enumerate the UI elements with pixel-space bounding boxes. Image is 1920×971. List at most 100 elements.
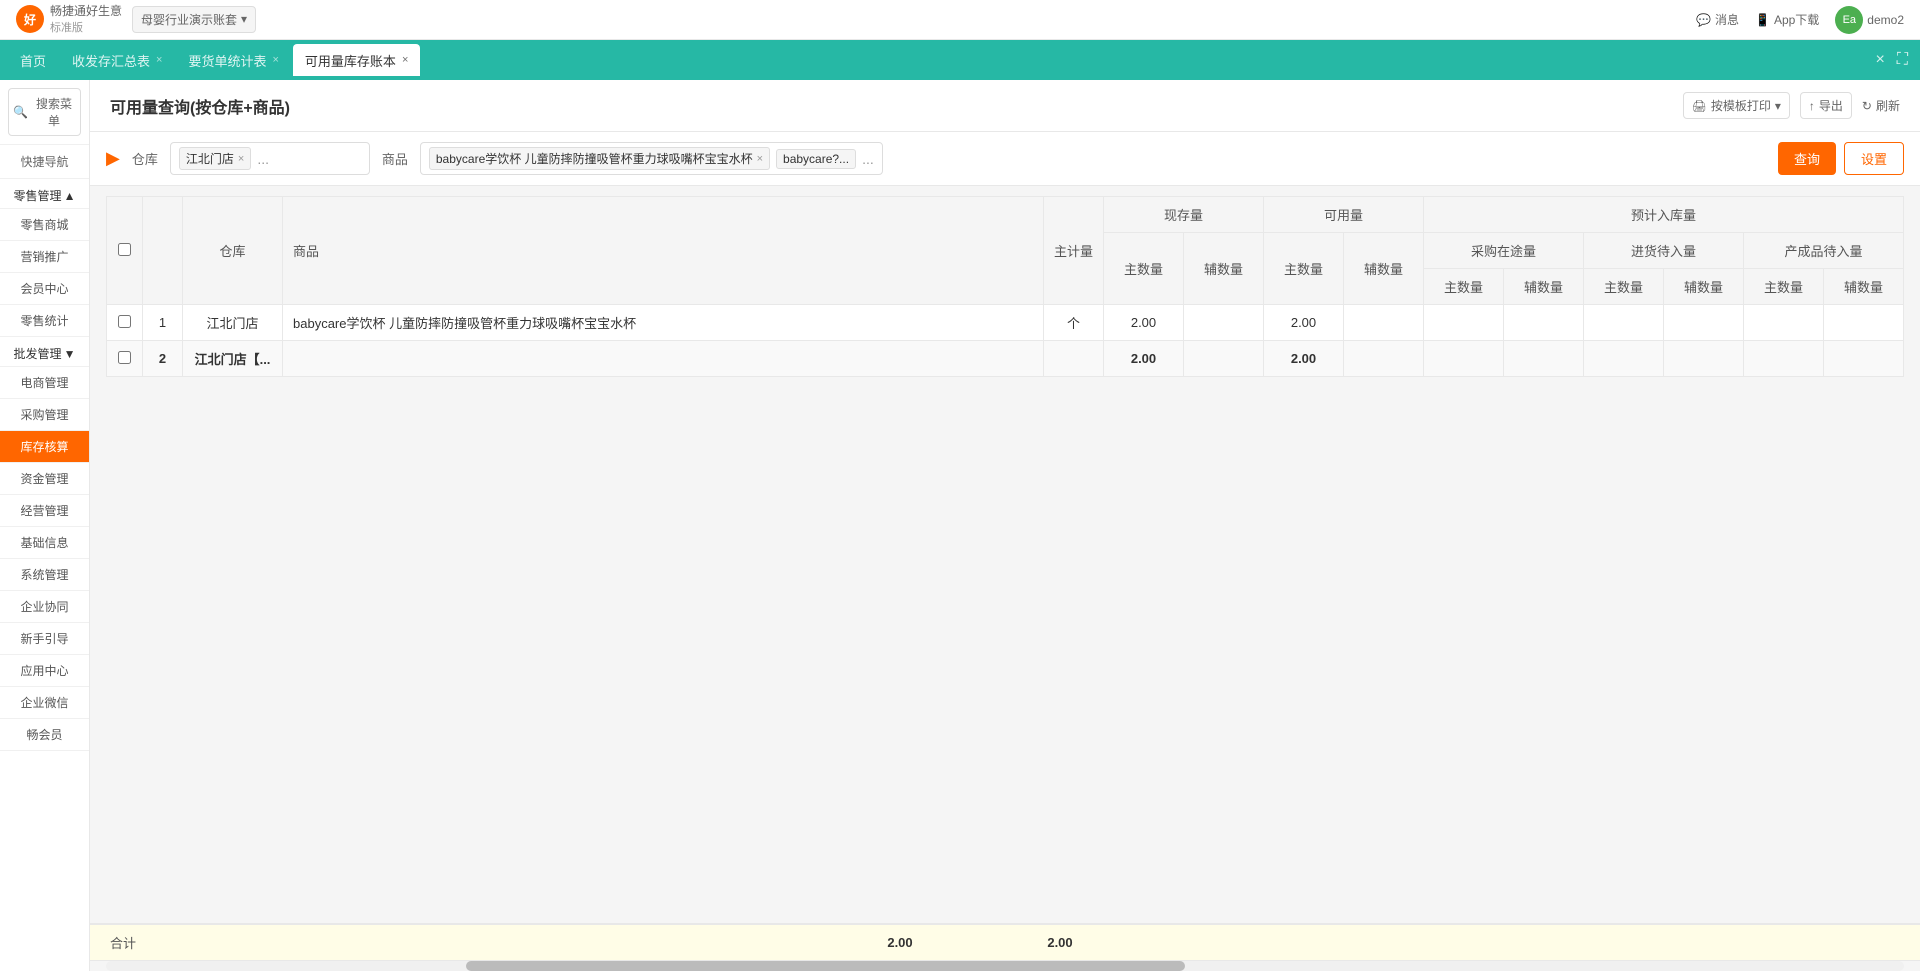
row2-checkbox[interactable] (107, 341, 143, 377)
warehouse-tag-close[interactable]: × (238, 153, 244, 165)
tab-order-stats[interactable]: 要货单统计表 × (176, 44, 290, 76)
tab-order-stats-close[interactable]: × (272, 54, 278, 66)
tab-receipt-summary[interactable]: 收发存汇总表 × (60, 44, 174, 76)
message-icon: 💬 (1696, 13, 1711, 27)
th-no (143, 197, 183, 305)
th-available-aux-qty: 辅数量 (1344, 233, 1424, 305)
th-product: 商品 (283, 197, 1044, 305)
row1-purchase-transit-aux (1504, 305, 1584, 341)
row1-product-pending-aux (1824, 305, 1904, 341)
sidebar-item-retail-stats[interactable]: 零售统计 (0, 305, 89, 337)
phone-icon: 📱 (1755, 13, 1770, 27)
sidebar-item-marketing[interactable]: 营销推广 (0, 241, 89, 273)
horizontal-scrollbar[interactable] (106, 961, 1904, 971)
tab-bar: 首页 收发存汇总表 × 要货单统计表 × 可用量库存账本 × × ⛶ (0, 40, 1920, 80)
scrollbar-thumb[interactable] (466, 961, 1185, 971)
print-button[interactable]: 🖨 按模板打印 ▾ (1683, 92, 1790, 119)
th-current-main-qty: 主数量 (1104, 233, 1184, 305)
sidebar-item-inventory-check[interactable]: 库存核算 (0, 431, 89, 463)
avatar: Ea (1835, 6, 1863, 34)
search-icon: 🔍 (13, 105, 28, 119)
row2-product (283, 341, 1044, 377)
th-inbound-pending-aux: 辅数量 (1664, 269, 1744, 305)
product-filter-input[interactable]: babycare学饮杯 儿童防摔防撞吸管杯重力球吸嘴杯宝宝水杯 × babyca… (420, 142, 883, 175)
tab-available-stock-close[interactable]: × (402, 54, 408, 66)
sidebar-item-wholesale-mgmt[interactable]: 批发管理 ▼ (0, 337, 89, 367)
refresh-icon: ↻ (1862, 99, 1872, 113)
row2-available-main: 2.00 (1264, 341, 1344, 377)
th-inbound-pending-main: 主数量 (1584, 269, 1664, 305)
chevron-down-icon: ▾ (1775, 99, 1781, 113)
user-action[interactable]: Ea demo2 (1835, 6, 1904, 34)
sidebar-item-enterprise-collab[interactable]: 企业协同 (0, 591, 89, 623)
logo-title: 畅捷通好生意 (50, 4, 122, 18)
logo-icon: 好 (16, 5, 44, 33)
fullscreen-button[interactable]: ⛶ (1893, 47, 1912, 73)
refresh-label: 刷新 (1876, 97, 1900, 114)
sidebar-item-enterprise-wechat[interactable]: 企业微信 (0, 687, 89, 719)
th-purchase-transit-aux: 辅数量 (1504, 269, 1584, 305)
row1-product: babycare学饮杯 儿童防摔防撞吸管杯重力球吸嘴杯宝宝水杯 (283, 305, 1044, 341)
sidebar-item-ecommerce[interactable]: 电商管理 (0, 367, 89, 399)
close-all-tabs-button[interactable]: × (1871, 47, 1888, 73)
row2-inbound-pending-aux (1664, 341, 1744, 377)
product-tag-close-1[interactable]: × (757, 153, 763, 165)
sidebar-item-retail-mall[interactable]: 零售商城 (0, 209, 89, 241)
logo-subtitle: 标准版 (50, 19, 122, 35)
row1-product-pending-main (1744, 305, 1824, 341)
tab-receipt-summary-close[interactable]: × (156, 54, 162, 66)
main-layout: 🔍 搜索菜单 快捷导航 零售管理 ▲ 零售商城 营销推广 会员中心 零售统计 批… (0, 80, 1920, 971)
row1-checkbox[interactable] (107, 305, 143, 341)
table-row: 1 江北门店 babycare学饮杯 儿童防摔防撞吸管杯重力球吸嘴杯宝宝水杯 个… (107, 305, 1904, 341)
footer-label: 合计 (100, 933, 260, 952)
sidebar-item-system-mgmt[interactable]: 系统管理 (0, 559, 89, 591)
sidebar-item-member[interactable]: 畅会员 (0, 719, 89, 751)
row2-purchase-transit-main (1424, 341, 1504, 377)
tab-receipt-summary-label: 收发存汇总表 (72, 51, 150, 70)
top-bar-left: 好 畅捷通好生意 标准版 母婴行业演示账套 ▾ (16, 4, 256, 34)
page-actions: 🖨 按模板打印 ▾ ↑ 导出 ↻ 刷新 (1683, 92, 1900, 119)
top-bar: 好 畅捷通好生意 标准版 母婴行业演示账套 ▾ 💬 消息 📱 App下载 Ea … (0, 0, 1920, 40)
arrow-icon: ▼ (64, 347, 76, 361)
filter-toggle-button[interactable]: ▶ (106, 148, 120, 169)
sidebar-item-basic-info[interactable]: 基础信息 (0, 527, 89, 559)
sidebar-item-purchase-mgmt[interactable]: 采购管理 (0, 399, 89, 431)
arrow-icon: ▲ (64, 189, 76, 203)
footer-current-aux-total (940, 935, 1020, 950)
tab-available-stock[interactable]: 可用量库存账本 × (293, 44, 420, 76)
sidebar-item-finance-mgmt[interactable]: 资金管理 (0, 463, 89, 495)
row1-current-main: 2.00 (1104, 305, 1184, 341)
refresh-button[interactable]: ↻ 刷新 (1862, 97, 1900, 114)
row2-current-main: 2.00 (1104, 341, 1184, 377)
row2-unit (1043, 341, 1103, 377)
sidebar-item-operation-mgmt[interactable]: 经营管理 (0, 495, 89, 527)
query-button[interactable]: 查询 (1778, 142, 1836, 175)
message-action[interactable]: 💬 消息 (1696, 11, 1739, 28)
sidebar-item-quick-nav[interactable]: 快捷导航 (0, 145, 89, 179)
app-download-action[interactable]: 📱 App下载 (1755, 11, 1819, 28)
company-selector[interactable]: 母婴行业演示账套 ▾ (132, 6, 256, 33)
sidebar: 🔍 搜索菜单 快捷导航 零售管理 ▲ 零售商城 营销推广 会员中心 零售统计 批… (0, 80, 90, 971)
tab-home[interactable]: 首页 (8, 44, 58, 76)
sidebar-search-label: 搜索菜单 (32, 95, 76, 129)
sidebar-item-new-guide[interactable]: 新手引导 (0, 623, 89, 655)
warehouse-filter-input[interactable]: 江北门店 × ... (170, 142, 370, 175)
row1-unit: 个 (1043, 305, 1103, 341)
select-all-checkbox[interactable] (118, 243, 131, 256)
warehouse-more-button[interactable]: ... (257, 151, 269, 167)
th-warehouse: 仓库 (183, 197, 283, 305)
sidebar-item-app-center[interactable]: 应用中心 (0, 655, 89, 687)
sidebar-search-button[interactable]: 🔍 搜索菜单 (8, 88, 81, 136)
th-available-main-qty: 主数量 (1264, 233, 1344, 305)
sidebar-item-member-center[interactable]: 会员中心 (0, 273, 89, 305)
filter-actions: 查询 设置 (1778, 142, 1904, 175)
sidebar-item-retail-mgmt[interactable]: 零售管理 ▲ (0, 179, 89, 209)
th-checkbox[interactable] (107, 197, 143, 305)
row2-purchase-transit-aux (1504, 341, 1584, 377)
row1-available-aux (1344, 305, 1424, 341)
product-filter-label: 商品 (382, 149, 408, 168)
product-more-button[interactable]: ... (862, 151, 874, 167)
export-button[interactable]: ↑ 导出 (1800, 92, 1852, 119)
row2-current-aux (1184, 341, 1264, 377)
setting-button[interactable]: 设置 (1844, 142, 1904, 175)
